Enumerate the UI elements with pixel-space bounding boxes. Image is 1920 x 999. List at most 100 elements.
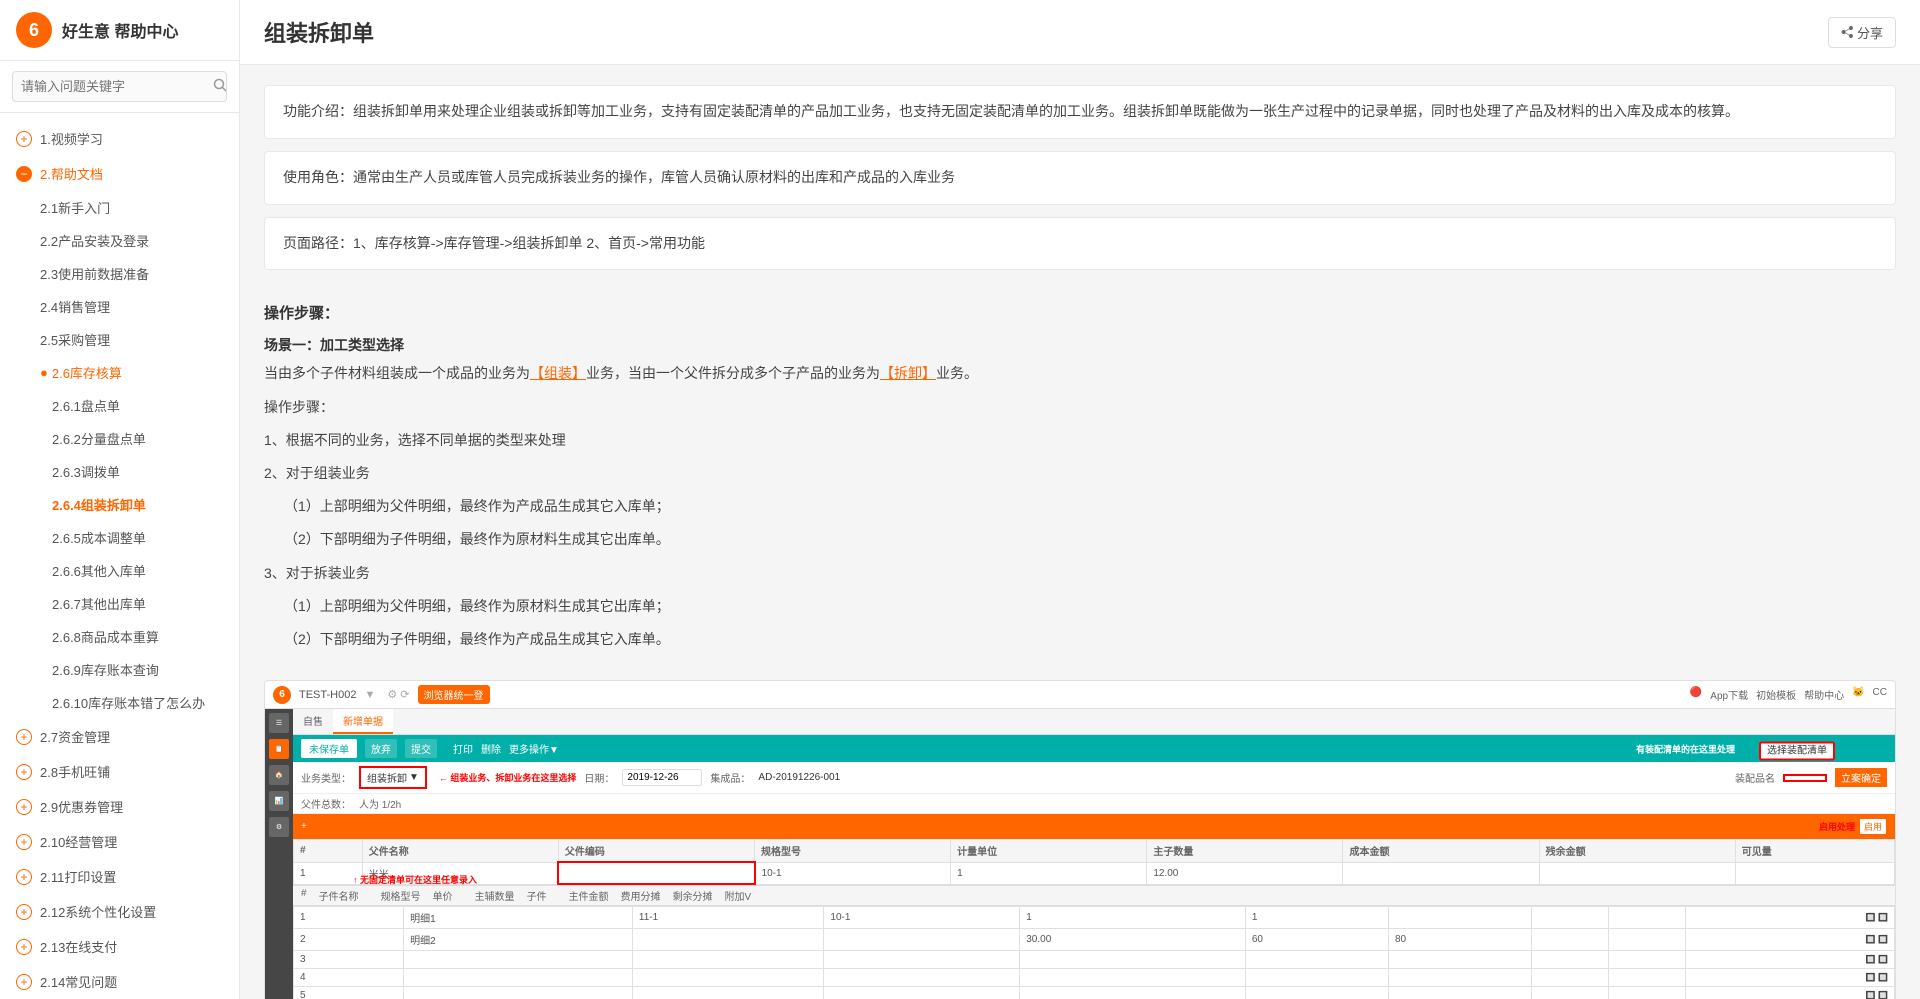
mock-th-avail: 可见量 <box>1735 840 1894 863</box>
expand-icon: + <box>16 764 32 780</box>
mock-select-bom-btn[interactable]: 选择装配清单 <box>1759 741 1835 756</box>
mock-th-parent-name: 父件名称 <box>362 840 558 863</box>
sidebar-item-label: 1.视频学习 <box>40 129 103 148</box>
mock-th-cost: 成本金额 <box>1343 840 1539 863</box>
mock-more-btn[interactable]: 更多操作▼ <box>509 741 559 756</box>
sidebar-logo: 6 好生意 帮助中心 <box>0 0 239 61</box>
mock-th-unit: 计量单位 <box>951 840 1147 863</box>
mock-top-btn[interactable]: 浏览器统一登 <box>418 685 490 704</box>
sidebar-item-online-pay[interactable]: + 2.13在线支付 <box>0 929 239 964</box>
sidebar-item-help-docs[interactable]: − 2.帮助文档 <box>0 156 239 191</box>
step3-sub1: （1）上部明细为父件明细，最终作为原材料生成其它出库单； <box>264 594 1896 619</box>
search-button[interactable] <box>205 72 227 101</box>
sidebar-item-label: 2.11打印设置 <box>40 867 116 886</box>
expand-icon: + <box>16 729 32 745</box>
mock-icons: ⚙ ⟳ <box>387 688 409 701</box>
sidebar-item-label: 2.14常见问题 <box>40 972 117 991</box>
mock-tab-self[interactable]: 自售 <box>293 709 333 734</box>
mock-company: TEST-H002 <box>299 689 356 701</box>
share-button[interactable]: 分享 <box>1828 17 1896 48</box>
share-icon <box>1841 26 1853 38</box>
operations-title: 操作步骤： <box>264 302 1896 323</box>
mock-tabs: 自售 新增单据 <box>293 709 1895 735</box>
mock-tab-new[interactable]: 新增单据 <box>333 709 393 734</box>
mock-dropdown-arrow: ▼ <box>364 689 375 701</box>
mock-type-value[interactable]: 组装拆卸▼ <box>359 766 427 789</box>
main-content: 功能介绍：组装拆卸单用来处理企业组装或拆卸等加工业务，支持有固定装配清单的产品加… <box>240 65 1920 999</box>
sidebar-item-inventory[interactable]: ● 2.6库存核算 <box>0 356 239 389</box>
intro-block: 功能介绍：组装拆卸单用来处理企业组装或拆卸等加工业务，支持有固定装配清单的产品加… <box>264 85 1896 139</box>
step3-text: 3、对于拆装业务 <box>264 561 1896 586</box>
sidebar-item-stocktake[interactable]: 2.6.1盘点单 <box>0 389 239 422</box>
mock-date-input[interactable] <box>622 769 702 786</box>
app-logo-icon: 6 <box>16 12 52 48</box>
sidebar-item-label: 2.12系统个性化设置 <box>40 902 156 921</box>
ops-steps-label: 操作步骤： <box>264 395 1896 420</box>
mock-print-btn[interactable]: 打印 <box>453 741 473 756</box>
mock-delete-btn[interactable]: 删除 <box>481 741 501 756</box>
sidebar-item-assembly[interactable]: 2.6.4组装拆卸单 <box>0 488 239 521</box>
app-logo-text: 好生意 帮助中心 <box>62 18 178 42</box>
mock-th-remain: 残余金额 <box>1539 840 1735 863</box>
collapse-icon: − <box>16 166 32 182</box>
table-row: 2明细230.006080🔲 🔲 <box>294 929 1895 951</box>
sidebar-item-data-prep[interactable]: 2.3使用前数据准备 <box>0 257 239 290</box>
sidebar-item-finance[interactable]: + 2.7资金管理 <box>0 719 239 754</box>
mock-enable-btn[interactable]: 启用 <box>1859 818 1887 835</box>
sidebar-item-label: 2.7资金管理 <box>40 727 110 746</box>
mock-type-arrow: ← 组装业务、拆卸业务在这里选择 <box>439 771 577 784</box>
sidebar-item-purchase[interactable]: 2.5采购管理 <box>0 323 239 356</box>
sidebar-item-other-in[interactable]: 2.6.6其他入库单 <box>0 554 239 587</box>
sidebar-item-operations[interactable]: + 2.10经营管理 <box>0 824 239 859</box>
sidebar-item-ledger-query[interactable]: 2.6.9库存账本查询 <box>0 653 239 686</box>
page-title: 组装拆卸单 <box>264 16 374 48</box>
sidebar-item-sales[interactable]: 2.4销售管理 <box>0 290 239 323</box>
mock-action-bar: 未保存单 放弃 提交 有装配清单的在这里处理 选择装配清单 打印 删除 更多操作… <box>293 735 1895 762</box>
mock-content-area: ☰ 📋 🏠 📊 ⚙ 自售 新增单据 未保 <box>265 709 1895 999</box>
disassemble-keyword: 【拆卸】 <box>880 365 936 381</box>
search-input[interactable] <box>13 73 205 100</box>
mock-save-btn[interactable]: 未保存单 <box>301 739 357 758</box>
mock-submit-btn[interactable]: 提交 <box>405 739 437 758</box>
sidebar-item-newbie[interactable]: 2.1新手入门 <box>0 191 239 224</box>
intro-text: 功能介绍：组装拆卸单用来处理企业组装或拆卸等加工业务，支持有固定装配清单的产品加… <box>283 103 1739 119</box>
sidebar-item-label: 2.9优惠券管理 <box>40 797 123 816</box>
sidebar-item-install[interactable]: 2.2产品安装及登录 <box>0 224 239 257</box>
expand-icon: + <box>16 834 32 850</box>
sidebar: 6 好生意 帮助中心 + 1.视频学习 − 2.帮助文档 2.1新手入门 2.2… <box>0 0 240 999</box>
scene1-title: 场景一：加工类型选择 <box>264 335 1896 355</box>
mock-confirm-btn[interactable]: 立案确定 <box>1835 768 1887 787</box>
mock-search-input[interactable] <box>1783 774 1827 782</box>
mock-discard-btn[interactable]: 放弃 <box>365 739 397 758</box>
sidebar-item-transfer[interactable]: 2.6.3调拨单 <box>0 455 239 488</box>
search-icon <box>213 78 227 92</box>
sidebar-search-area <box>0 61 239 113</box>
sidebar-item-faq[interactable]: + 2.14常见问题 <box>0 964 239 999</box>
sidebar-item-ledger-error[interactable]: 2.6.10库存账本错了怎么办 <box>0 686 239 719</box>
sidebar-item-label: 2.13在线支付 <box>40 937 117 956</box>
mock-sidebar-icon-1: ☰ <box>269 713 289 733</box>
mock-orange-bar: + 启用处理 启用 <box>293 814 1895 839</box>
table-row: 4🔲 🔲 <box>294 969 1895 987</box>
mock-main-content: 自售 新增单据 未保存单 放弃 提交 有装配清单的在这里处理 选择装配清单 <box>293 709 1895 999</box>
table-row: 3🔲 🔲 <box>294 951 1895 969</box>
ann4-text: ↑ 无固定清单可在这里任意录入 <box>353 873 477 886</box>
sidebar-item-cost-adjust[interactable]: 2.6.5成本调整单 <box>0 521 239 554</box>
expand-icon: + <box>16 904 32 920</box>
role-text: 使用角色：通常由生产人员或库管人员完成拆装业务的操作，库管人员确认原材料的出库和… <box>283 169 955 185</box>
step2-sub2: （2）下部明细为子件明细，最终作为原材料生成其它出库单。 <box>264 527 1896 552</box>
sidebar-item-partial-stocktake[interactable]: 2.6.2分量盘点单 <box>0 422 239 455</box>
sidebar-item-other-out[interactable]: 2.6.7其他出库单 <box>0 587 239 620</box>
mock-top-right: 🔴App下载初始模板帮助中心🐱CC <box>1690 687 1887 702</box>
assemble-keyword: 【组装】 <box>530 365 586 381</box>
mock-th-parent-code: 父件编码 <box>558 840 754 863</box>
step2-sub1: （1）上部明细为父件明细，最终作为产成品生成其它入库单； <box>264 494 1896 519</box>
sidebar-item-mobile[interactable]: + 2.8手机旺铺 <box>0 754 239 789</box>
mock-table2: 1明细111-110-111🔲 🔲 2明细230.006080🔲 🔲 3🔲 🔲 … <box>293 906 1895 999</box>
mock-bottom-section: ↑ 无固定清单可在这里任意录入 #子件名称规格型号单价主辅数量子件主件金额费用分… <box>293 885 1895 999</box>
sidebar-item-coupon[interactable]: + 2.9优惠券管理 <box>0 789 239 824</box>
sidebar-item-video-learning[interactable]: + 1.视频学习 <box>0 121 239 156</box>
sidebar-item-personalize[interactable]: + 2.12系统个性化设置 <box>0 894 239 929</box>
sidebar-item-cost-recalc[interactable]: 2.6.8商品成本重算 <box>0 620 239 653</box>
sidebar-item-print[interactable]: + 2.11打印设置 <box>0 859 239 894</box>
